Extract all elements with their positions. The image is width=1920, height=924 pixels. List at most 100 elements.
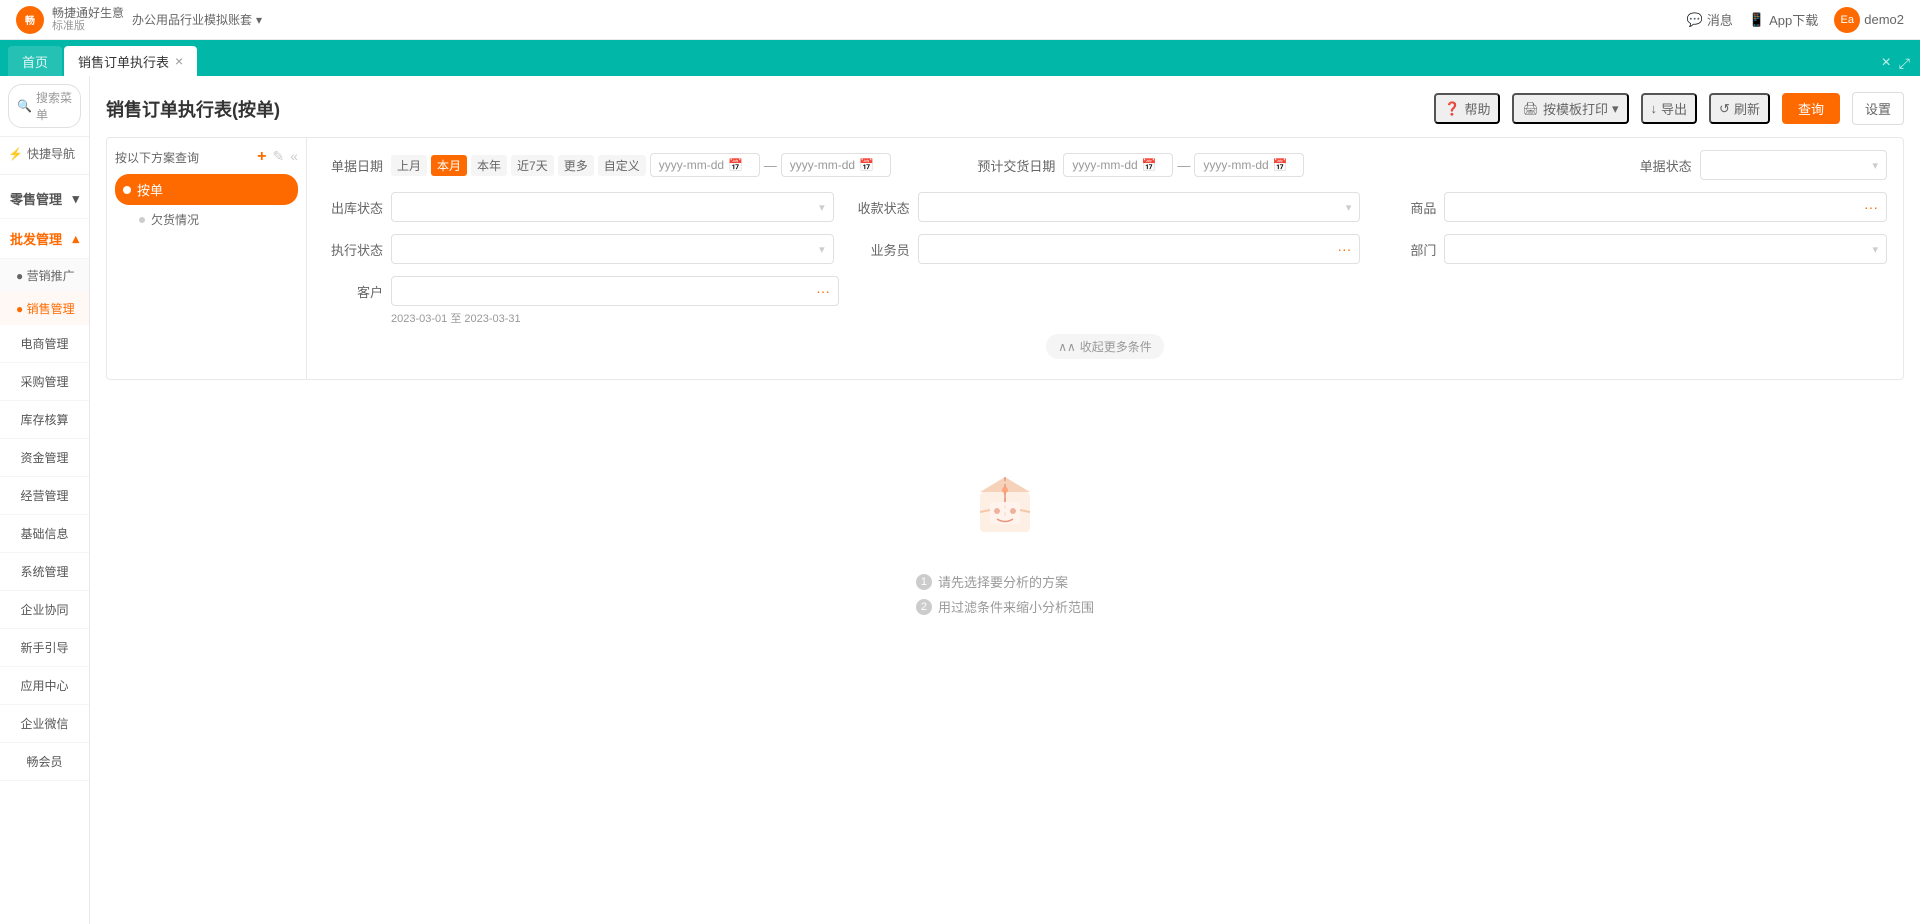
breadcrumb-dropdown-icon[interactable]: ▾ — [256, 13, 262, 27]
sidebar-item-wechat[interactable]: 企业微信 — [0, 705, 89, 743]
delivery-status-filter: 出库状态 ▾ — [323, 192, 834, 222]
shortcut-last-month[interactable]: 上月 — [391, 155, 427, 176]
breadcrumb[interactable]: 办公用品行业模拟账套 ▾ — [132, 11, 262, 28]
page-title: 销售订单执行表(按单) — [106, 96, 280, 122]
avatar: Ea — [1834, 7, 1860, 33]
print-template-btn[interactable]: 🖨 按模板打印 ▾ — [1512, 93, 1628, 124]
delivery-caret: ▾ — [819, 201, 825, 214]
print-dropdown-icon[interactable]: ▾ — [1612, 101, 1619, 117]
shortcut-this-year[interactable]: 本年 — [471, 155, 507, 176]
sidebar-item-basic[interactable]: 基础信息 — [0, 515, 89, 553]
filter-scheme-title: 按以下方案查询 + ✎ « — [115, 148, 298, 166]
dot-icon: ● — [16, 269, 23, 283]
cal-icon2: 📅 — [859, 158, 874, 172]
goods-label: 商品 — [1376, 198, 1436, 217]
shortcut-more[interactable]: 更多 — [558, 155, 594, 176]
logo-text: 畅捷通好生意 标准版 — [52, 6, 124, 34]
empty-icon — [955, 452, 1055, 552]
sidebar-item-system[interactable]: 系统管理 — [0, 553, 89, 591]
execution-status-select[interactable]: ▾ — [391, 234, 834, 264]
expected-delivery-from[interactable]: yyyy-mm-dd 📅 — [1063, 153, 1173, 177]
edit-scheme-icon[interactable]: ✎ — [272, 148, 284, 166]
sidebar-item-marketing[interactable]: ● 营销推广 — [0, 259, 89, 292]
collapse-scheme-icon[interactable]: « — [290, 148, 298, 166]
shortcut-this-month[interactable]: 本月 — [431, 155, 467, 176]
sidebar-item-operations[interactable]: 经营管理 — [0, 477, 89, 515]
cal-icon: 📅 — [728, 158, 743, 172]
filter-scheme-actions: + ✎ « — [257, 148, 298, 166]
bill-status-select[interactable]: ▾ — [1700, 150, 1887, 180]
scheme-active-dot — [123, 186, 131, 194]
salesperson-label: 业务员 — [850, 240, 910, 259]
empty-tip-1: 1 请先选择要分析的方案 — [916, 572, 1094, 591]
customer-select[interactable]: ··· — [391, 276, 839, 306]
payment-status-select[interactable]: ▾ — [918, 192, 1361, 222]
nav-tabs-right: × ⤢ — [1871, 54, 1920, 76]
delivery-status-select[interactable]: ▾ — [391, 192, 834, 222]
settings-btn[interactable]: 设置 — [1852, 92, 1904, 125]
expected-delivery-label: 预计交货日期 — [977, 156, 1055, 175]
collapse-btn[interactable]: ∧∧ 收起更多条件 — [1046, 334, 1164, 359]
user-avatar-area[interactable]: Ea demo2 — [1834, 7, 1904, 33]
expected-delivery-to[interactable]: yyyy-mm-dd 📅 — [1194, 153, 1304, 177]
salesperson-select[interactable]: ··· — [918, 234, 1361, 264]
print-icon: 🖨 — [1522, 101, 1539, 117]
shortcut-custom[interactable]: 自定义 — [598, 155, 646, 176]
date-shortcuts: 上月 本月 本年 近7天 更多 自定义 — [391, 155, 646, 176]
filter-scheme-debt[interactable]: 欠货情况 — [115, 205, 298, 234]
tab-sales-order[interactable]: 销售订单执行表 × — [64, 46, 197, 76]
sidebar-item-ecommerce[interactable]: 电商管理 — [0, 325, 89, 363]
message-btn[interactable]: 💬 消息 — [1687, 10, 1733, 29]
salesperson-dots[interactable]: ··· — [1337, 241, 1351, 257]
sidebar-item-guide[interactable]: 新手引导 — [0, 629, 89, 667]
payment-caret: ▾ — [1346, 201, 1352, 214]
department-label: 部门 — [1376, 240, 1436, 259]
bill-status-label: 单据状态 — [1632, 156, 1692, 175]
filter-panel: 按以下方案查询 + ✎ « 按单 欠货情况 单据日期 — [106, 137, 1904, 380]
sidebar-item-member[interactable]: 畅会员 — [0, 743, 89, 781]
execution-status-label: 执行状态 — [323, 240, 383, 259]
export-btn[interactable]: ↓ 导出 — [1641, 93, 1698, 124]
cal-icon4: 📅 — [1273, 158, 1288, 172]
search-icon: 🔍 — [17, 99, 32, 113]
sidebar-item-sales[interactable]: ● 销售管理 — [0, 292, 89, 325]
empty-tips: 1 请先选择要分析的方案 2 用过滤条件来缩小分析范围 — [916, 572, 1094, 622]
sidebar-item-inventory[interactable]: 库存核算 — [0, 401, 89, 439]
execution-status-filter: 执行状态 ▾ — [323, 234, 834, 264]
customer-label: 客户 — [323, 282, 383, 301]
help-icon: ❓ — [1444, 101, 1460, 117]
filter-row-4: 客户 ··· — [323, 276, 1887, 306]
sidebar-item-wholesale[interactable]: 批发管理 ▴ — [0, 219, 89, 259]
filter-row-2: 出库状态 ▾ 收款状态 ▾ 商品 — [323, 192, 1887, 222]
payment-status-filter: 收款状态 ▾ — [850, 192, 1361, 222]
shortcut-7-days[interactable]: 近7天 — [511, 155, 554, 176]
sidebar-item-app-center[interactable]: 应用中心 — [0, 667, 89, 705]
goods-select[interactable]: ··· — [1444, 192, 1887, 222]
goods-dots[interactable]: ··· — [1864, 199, 1878, 215]
refresh-btn[interactable]: ↺ 刷新 — [1709, 93, 1770, 124]
tab-close-all-icon[interactable]: × — [1881, 54, 1890, 72]
department-select[interactable]: ▾ — [1444, 234, 1887, 264]
tab-expand-icon[interactable]: ⤢ — [1899, 55, 1910, 72]
tab-home[interactable]: 首页 — [8, 46, 62, 76]
sidebar-quick-nav[interactable]: ⚡ 快捷导航 — [0, 137, 89, 170]
bill-date-to[interactable]: yyyy-mm-dd 📅 — [781, 153, 891, 177]
date-range-group: 上月 本月 本年 近7天 更多 自定义 yyyy-mm-dd 📅 — — [391, 153, 961, 177]
sidebar-item-retail[interactable]: 零售管理 ▾ — [0, 179, 89, 219]
app-download-btn[interactable]: 📱 App下载 — [1749, 10, 1818, 29]
bill-date-filter: 单据日期 上月 本月 本年 近7天 更多 自定义 yyyy-mm-dd 📅 — [323, 153, 961, 177]
sidebar-item-enterprise[interactable]: 企业协同 — [0, 591, 89, 629]
tab-close-icon[interactable]: × — [175, 53, 183, 69]
filter-row-3: 执行状态 ▾ 业务员 ··· 部门 — [323, 234, 1887, 264]
customer-dots[interactable]: ··· — [816, 283, 830, 299]
sidebar-item-finance[interactable]: 资金管理 — [0, 439, 89, 477]
sidebar-search-btn[interactable]: 🔍 搜索菜单 — [8, 84, 81, 128]
sidebar-item-purchase[interactable]: 采购管理 — [0, 363, 89, 401]
filter-scheme-order[interactable]: 按单 — [115, 174, 298, 205]
download-icon: 📱 — [1749, 12, 1765, 28]
bill-date-from[interactable]: yyyy-mm-dd 📅 — [650, 153, 760, 177]
bill-status-caret: ▾ — [1872, 159, 1878, 172]
add-scheme-icon[interactable]: + — [257, 148, 266, 166]
help-btn[interactable]: ❓ 帮助 — [1434, 93, 1500, 124]
query-btn[interactable]: 查询 — [1782, 93, 1840, 124]
